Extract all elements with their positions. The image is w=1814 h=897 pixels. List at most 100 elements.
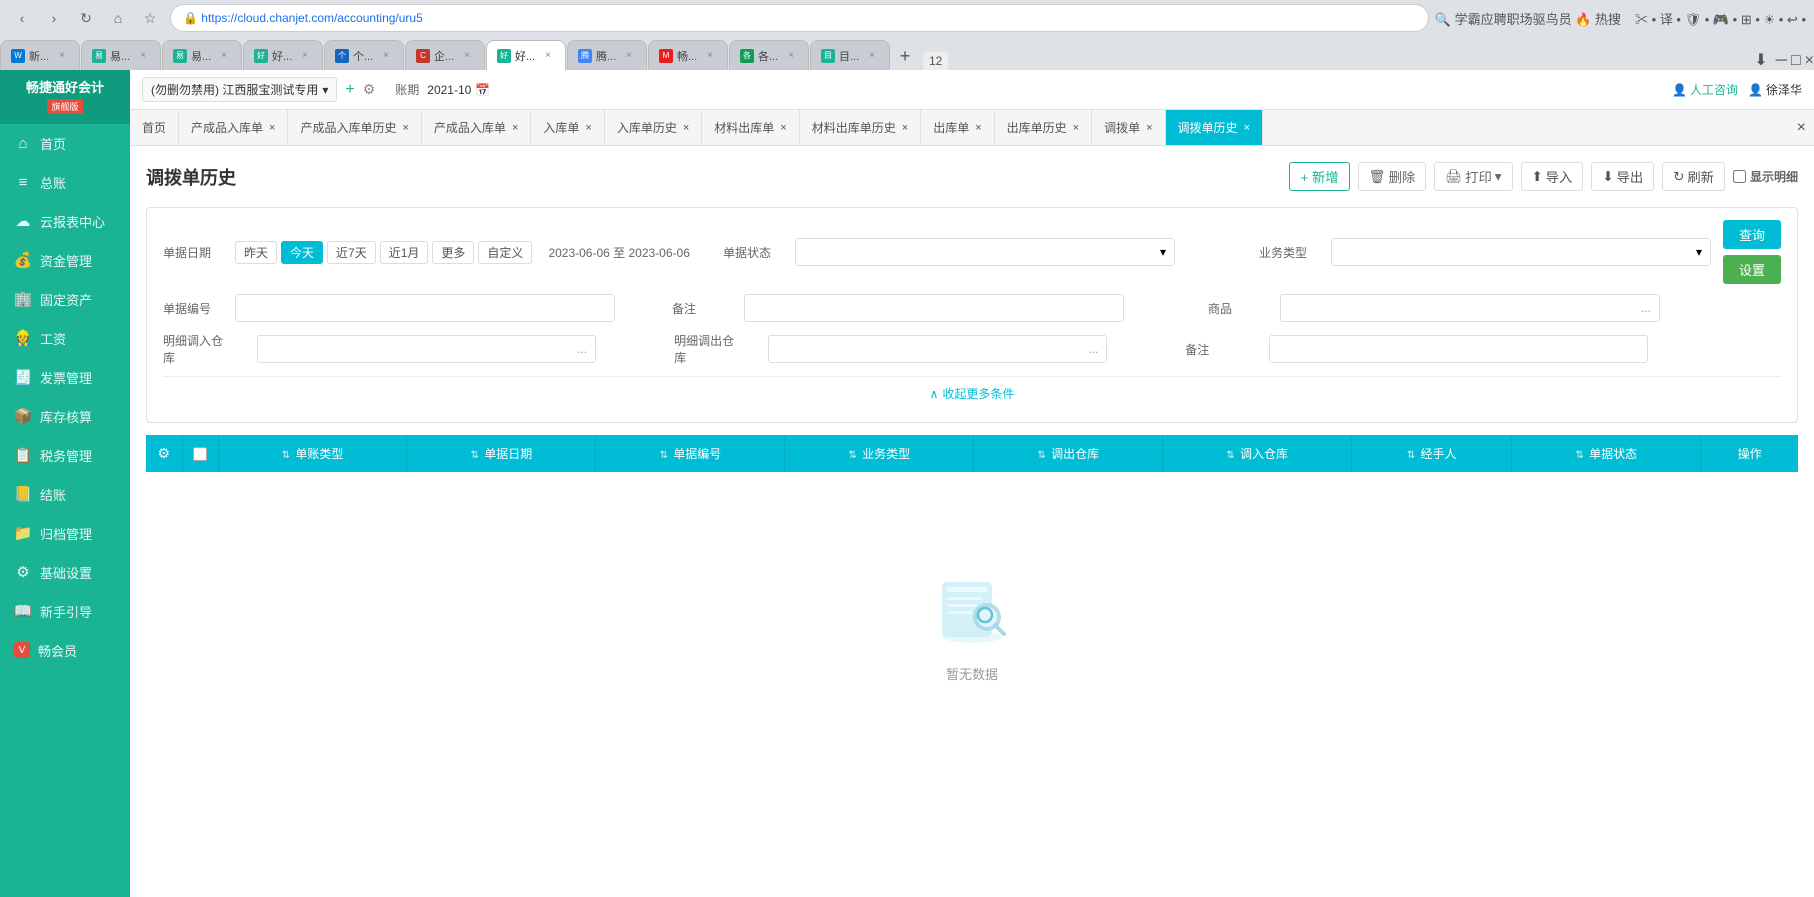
settings-gear-icon[interactable]: ⚙ — [363, 81, 376, 98]
collapse-conditions-button[interactable]: ∧ 收起更多条件 — [163, 376, 1781, 410]
sidebar-item-tax[interactable]: 📋 税务管理 — [0, 436, 130, 475]
home-button[interactable]: ⌂ — [104, 4, 132, 32]
date-btn-custom[interactable]: 自定义 — [478, 241, 532, 264]
export-button[interactable]: ⬇ 导出 — [1591, 162, 1654, 191]
close-all-tabs-button[interactable]: × — [1789, 119, 1814, 137]
period-selector[interactable]: 2021-10 📅 — [427, 83, 490, 97]
browser-tab-3[interactable]: 易 易... × — [162, 40, 242, 70]
page-tab-close-11[interactable]: × — [1244, 122, 1250, 134]
tab-close-3[interactable]: × — [217, 49, 231, 63]
tab-close-2[interactable]: × — [136, 49, 150, 63]
address-bar[interactable]: 🔒 https://cloud.chanjet.com/accounting/u… — [170, 4, 1429, 32]
page-tab-11[interactable]: 调拨单历史 × — [1166, 110, 1263, 146]
downloads-icon[interactable]: ⬇ — [1754, 50, 1767, 70]
detail-remark-input[interactable] — [1269, 335, 1648, 363]
sidebar-item-guide[interactable]: 📖 新手引导 — [0, 592, 130, 631]
add-company-button[interactable]: + — [345, 81, 354, 99]
company-selector[interactable]: (勿删勿禁用) 江西服宝测试专用 ▾ — [142, 77, 337, 102]
tab-close-10[interactable]: × — [784, 49, 798, 63]
date-btn-1month[interactable]: 近1月 — [380, 241, 429, 264]
table-header-doc-num[interactable]: ⇅ 单据编号 — [596, 435, 785, 472]
new-tab-button[interactable]: + — [891, 42, 919, 70]
biz-type-filter-select[interactable]: ▾ — [1331, 238, 1711, 266]
service-button[interactable]: 👤 人工咨询 — [1672, 81, 1738, 98]
forward-button[interactable]: › — [40, 4, 68, 32]
detail-out-dots-icon[interactable]: ... — [1088, 342, 1098, 356]
sidebar-item-closing[interactable]: 📒 结账 — [0, 475, 130, 514]
select-all-checkbox[interactable] — [193, 447, 207, 461]
sidebar-item-inventory[interactable]: 📦 库存核算 — [0, 397, 130, 436]
bookmark-button[interactable]: ☆ — [136, 4, 164, 32]
query-button[interactable]: 查询 — [1723, 220, 1781, 249]
goods-dots-icon[interactable]: ... — [1641, 301, 1651, 315]
table-header-date[interactable]: ⇅ 单据日期 — [407, 435, 596, 472]
remark-input[interactable] — [744, 294, 1124, 322]
page-tab-close-5[interactable]: × — [683, 122, 689, 134]
tab-close-5[interactable]: × — [379, 49, 393, 63]
delete-button[interactable]: 🗑 删除 — [1358, 162, 1427, 191]
sidebar-item-settings[interactable]: ⚙ 基础设置 — [0, 553, 130, 592]
sidebar-item-home[interactable]: ⌂ 首页 — [0, 124, 130, 163]
page-tab-7[interactable]: 材料出库单历史 × — [800, 110, 921, 146]
tab-close-6[interactable]: × — [460, 49, 474, 63]
tab-close-11[interactable]: × — [865, 49, 879, 63]
import-button[interactable]: ⬆ 导入 — [1521, 162, 1584, 191]
sidebar-item-vip[interactable]: V 畅会员 — [0, 631, 130, 670]
detail-in-dots-icon[interactable]: ... — [577, 342, 587, 356]
sidebar-item-archive[interactable]: 📁 归档管理 — [0, 514, 130, 553]
page-tab-2[interactable]: 产成品入库单历史 × — [288, 110, 421, 146]
browser-tab-11[interactable]: 目 目... × — [810, 40, 890, 70]
display-toggle[interactable]: 显示明细 — [1733, 162, 1798, 191]
page-tab-close-9[interactable]: × — [1073, 122, 1079, 134]
browser-tab-9[interactable]: M 畅... × — [648, 40, 728, 70]
user-info[interactable]: 👤 徐泽华 — [1748, 81, 1802, 98]
page-tab-9[interactable]: 出库单历史 × — [995, 110, 1092, 146]
detail-out-warehouse-field[interactable]: ... — [768, 335, 1107, 363]
table-header-status[interactable]: ⇅ 单据状态 — [1512, 435, 1701, 472]
new-button[interactable]: + 新增 — [1289, 162, 1349, 191]
page-tab-close-6[interactable]: × — [780, 122, 786, 134]
status-filter-select[interactable]: ▾ — [795, 238, 1175, 266]
page-tab-close-1[interactable]: × — [269, 122, 275, 134]
window-close-icon[interactable]: × — [1805, 52, 1814, 70]
display-toggle-checkbox[interactable] — [1733, 170, 1746, 183]
browser-tab-5[interactable]: 个 个... × — [324, 40, 404, 70]
page-tab-close-3[interactable]: × — [512, 122, 518, 134]
date-btn-today[interactable]: 今天 — [281, 241, 323, 264]
browser-tab-4[interactable]: 好 好... × — [243, 40, 323, 70]
browser-tab-8[interactable]: 腾 腾... × — [567, 40, 647, 70]
refresh-button[interactable]: ↻ 刷新 — [1662, 162, 1725, 191]
tab-close-4[interactable]: × — [298, 49, 312, 63]
table-header-doc-type[interactable]: ⇅ 单账类型 — [218, 435, 407, 472]
page-tab-home[interactable]: 首页 — [130, 110, 179, 146]
sidebar-item-salary[interactable]: 👷 工资 — [0, 319, 130, 358]
back-button[interactable]: ‹ — [8, 4, 36, 32]
date-btn-yesterday[interactable]: 昨天 — [235, 241, 277, 264]
browser-tab-6[interactable]: C 企... × — [405, 40, 485, 70]
filter-settings-button[interactable]: 设置 — [1723, 255, 1781, 284]
date-btn-7days[interactable]: 近7天 — [327, 241, 376, 264]
refresh-button[interactable]: ↻ — [72, 4, 100, 32]
page-tab-close-10[interactable]: × — [1146, 122, 1152, 134]
detail-in-warehouse-field[interactable]: ... — [257, 335, 596, 363]
page-tab-close-2[interactable]: × — [402, 122, 408, 134]
table-header-handler[interactable]: ⇅ 经手人 — [1352, 435, 1512, 472]
sidebar-item-cloud-reports[interactable]: ☁ 云报表中心 — [0, 202, 130, 241]
sidebar-item-ledger[interactable]: ≡ 总账 — [0, 163, 130, 202]
tab-close-1[interactable]: × — [55, 49, 69, 63]
table-header-out-warehouse[interactable]: ⇅ 调出仓库 — [974, 435, 1163, 472]
print-button[interactable]: 🖨 打印 ▾ — [1434, 162, 1512, 191]
page-tab-10[interactable]: 调拨单 × — [1092, 110, 1165, 146]
goods-filter-select[interactable]: ... — [1280, 294, 1660, 322]
sidebar-item-fixed-assets[interactable]: 🏢 固定资产 — [0, 280, 130, 319]
sidebar-item-fund-management[interactable]: 💰 资金管理 — [0, 241, 130, 280]
doc-num-input[interactable] — [235, 294, 615, 322]
tab-close-7[interactable]: × — [541, 49, 555, 63]
maximize-icon[interactable]: □ — [1791, 52, 1801, 70]
browser-tab-2[interactable]: 易 易... × — [81, 40, 161, 70]
page-tab-close-8[interactable]: × — [975, 122, 981, 134]
page-tab-6[interactable]: 材料出库单 × — [702, 110, 799, 146]
sidebar-item-invoice[interactable]: 🧾 发票管理 — [0, 358, 130, 397]
tab-close-8[interactable]: × — [622, 49, 636, 63]
browser-tab-10[interactable]: 各 各... × — [729, 40, 809, 70]
